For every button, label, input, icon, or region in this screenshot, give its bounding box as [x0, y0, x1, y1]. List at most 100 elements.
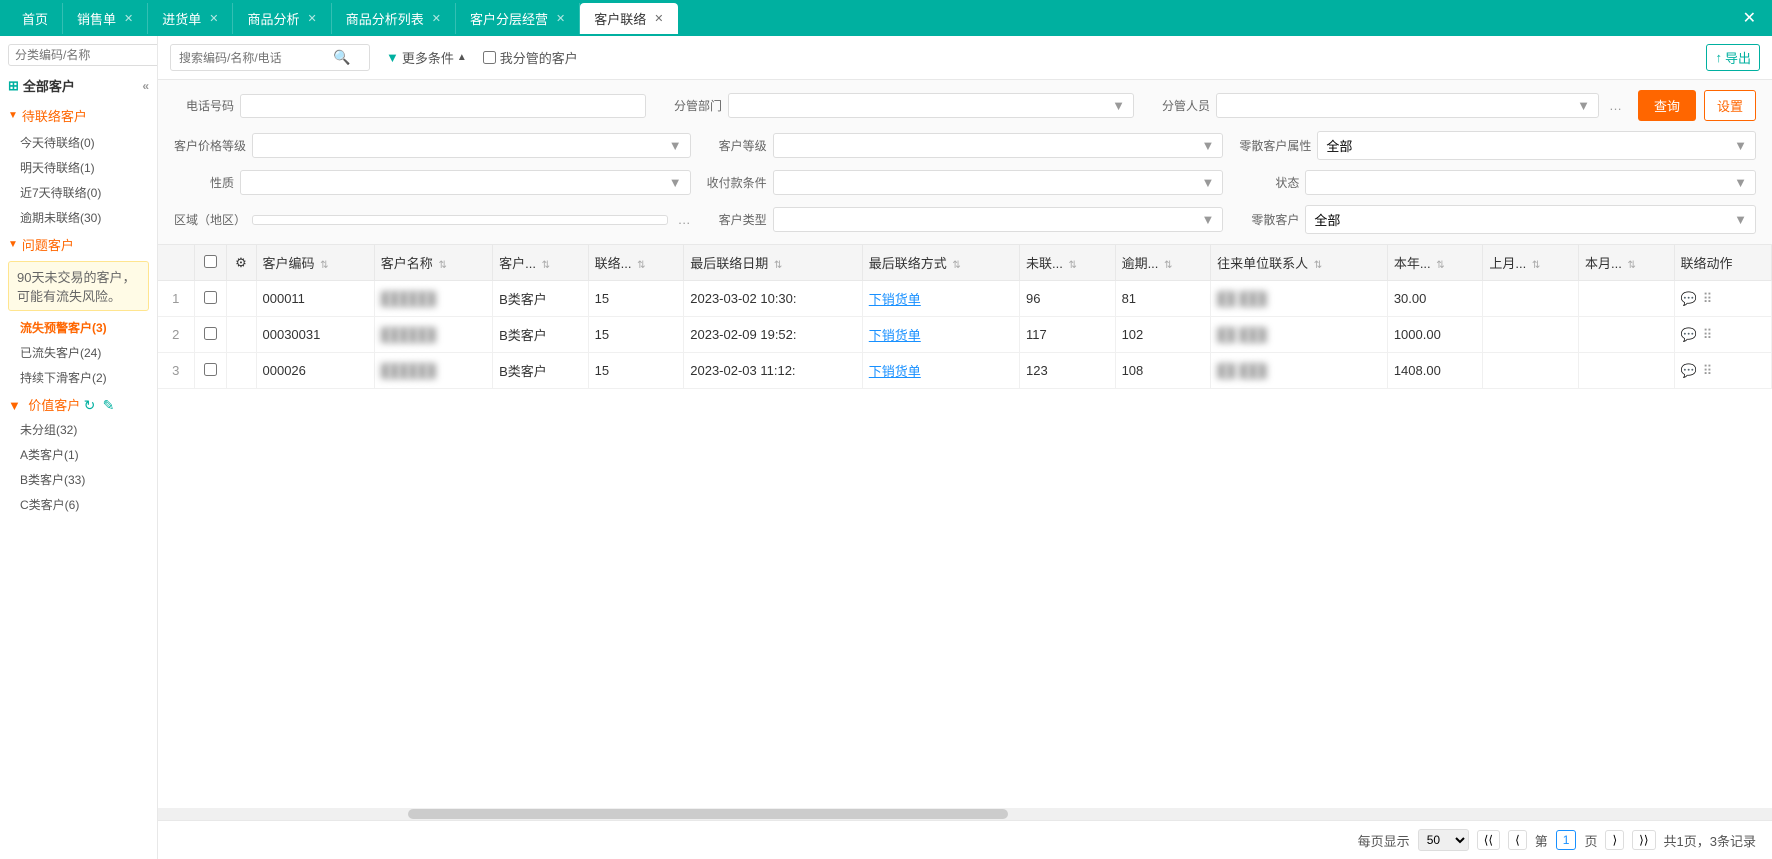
my-customers-checkbox[interactable]	[483, 51, 496, 64]
select-all-checkbox[interactable]	[204, 255, 217, 268]
scrollbar-thumb[interactable]	[408, 809, 1008, 819]
col-name[interactable]: 客户名称 ⇅	[374, 245, 492, 281]
col-type[interactable]: 客户... ⇅	[493, 245, 589, 281]
filter-field-region: 区域（地区） …	[174, 211, 691, 228]
manager-select[interactable]: ▼	[1216, 93, 1599, 118]
chat-icon[interactable]: 💬	[1681, 363, 1697, 379]
cell-this-year: 1408.00	[1387, 353, 1483, 389]
sidebar-collapse-btn[interactable]: «	[142, 79, 149, 93]
region-more-icon[interactable]: …	[678, 212, 691, 227]
cell-check[interactable]	[194, 281, 226, 317]
more-icon[interactable]: ⠿	[1703, 291, 1713, 307]
tab-analysis-list-close[interactable]: ✕	[432, 12, 441, 25]
tab-customer-contact-close[interactable]: ✕	[654, 12, 663, 25]
chat-icon[interactable]: 💬	[1681, 327, 1697, 343]
filter-search-input[interactable]	[179, 51, 329, 65]
col-check[interactable]	[194, 245, 226, 281]
phone-input[interactable]	[240, 94, 646, 118]
more-icon[interactable]: ⠿	[1703, 363, 1713, 379]
tab-sales[interactable]: 销售单 ✕	[63, 3, 148, 34]
sidebar-item-churned[interactable]: 已流失客户(24)	[0, 340, 157, 365]
tab-customer-contact[interactable]: 客户联络 ✕	[580, 3, 678, 34]
price-tier-select[interactable]: ▼	[252, 133, 691, 158]
gender-select[interactable]: ▼	[240, 170, 691, 195]
dept-select[interactable]: ▼	[728, 93, 1134, 118]
filter-row-4: 区域（地区） … 客户类型 ▼ 零散客户 全部	[174, 205, 1756, 234]
col-last-month[interactable]: 上月... ⇅	[1483, 245, 1579, 281]
col-last-method[interactable]: 最后联络方式 ⇅	[862, 245, 1019, 281]
col-this-year[interactable]: 本年... ⇅	[1387, 245, 1483, 281]
filter-search-icon[interactable]: 🔍	[333, 49, 350, 66]
tab-purchase-close[interactable]: ✕	[209, 12, 218, 25]
per-page-select[interactable]: 50 100	[1418, 829, 1469, 851]
tab-bar-close-all[interactable]: ✕	[1735, 8, 1764, 28]
cell-last-method[interactable]: 下销货单	[862, 281, 1019, 317]
tab-customer-tier-close[interactable]: ✕	[556, 12, 565, 25]
next-page-btn[interactable]: ⟩	[1605, 830, 1624, 850]
zero-attr-arrow: ▼	[1734, 138, 1747, 153]
sidebar-item-tomorrow[interactable]: 明天待联络(1)	[0, 155, 157, 180]
cell-last-method[interactable]: 下销货单	[862, 317, 1019, 353]
export-btn[interactable]: ↑ 导出	[1706, 44, 1760, 71]
payment-select[interactable]: ▼	[773, 170, 1224, 195]
sidebar-group-problem[interactable]: ▼ 问题客户	[0, 230, 157, 259]
col-overdue[interactable]: 逾期... ⇅	[1115, 245, 1211, 281]
tab-analysis-close[interactable]: ✕	[308, 12, 317, 25]
customer-level-select[interactable]: ▼	[773, 133, 1224, 158]
cell-last-method[interactable]: 下销货单	[862, 353, 1019, 389]
sidebar-item-churn-warning[interactable]: 流失预警客户(3)	[0, 315, 157, 340]
cell-check[interactable]	[194, 353, 226, 389]
col-unit-contact[interactable]: 往来单位联系人 ⇅	[1211, 245, 1388, 281]
sidebar-group-pending[interactable]: ▼ 待联络客户	[0, 101, 157, 130]
cell-this-month	[1578, 353, 1674, 389]
status-select[interactable]: ▼	[1305, 170, 1756, 195]
tab-customer-tier[interactable]: 客户分层经营 ✕	[456, 3, 580, 34]
cell-check[interactable]	[194, 317, 226, 353]
chat-icon[interactable]: 💬	[1681, 291, 1697, 307]
customer-type-select[interactable]: ▼	[773, 207, 1224, 232]
all-customers-label[interactable]: 全部客户	[23, 76, 142, 95]
sidebar-item-today[interactable]: 今天待联络(0)	[0, 130, 157, 155]
first-page-btn[interactable]: ⟨⟨	[1477, 830, 1500, 850]
col-config[interactable]: ⚙	[226, 245, 256, 281]
sidebar-item-7days[interactable]: 近7天待联络(0)	[0, 180, 157, 205]
sidebar-group-value[interactable]: ▼ 价值客户 ↻ ✎	[0, 390, 157, 417]
sidebar-item-overdue[interactable]: 逾期未联络(30)	[0, 205, 157, 230]
sidebar-search-input[interactable]	[8, 44, 158, 66]
more-icon[interactable]: ⠿	[1703, 327, 1713, 343]
sidebar-item-class-c[interactable]: C类客户(6)	[0, 492, 157, 517]
zero-customer-select[interactable]: 全部 ▼	[1305, 205, 1756, 234]
page-label: 第	[1535, 831, 1548, 850]
more-conditions-btn[interactable]: ▼ 更多条件 ▲	[378, 44, 475, 71]
cell-name: ██████	[374, 317, 492, 353]
col-last-date[interactable]: 最后联络日期 ⇅	[684, 245, 863, 281]
col-this-month[interactable]: 本月... ⇅	[1578, 245, 1674, 281]
setting-btn[interactable]: 设置	[1704, 90, 1756, 121]
col-code[interactable]: 客户编码 ⇅	[256, 245, 374, 281]
col-contact[interactable]: 联络... ⇅	[588, 245, 684, 281]
pagination: 每页显示 50 100 ⟨⟨ ⟨ 第 1 页 ⟩ ⟩⟩ 共1页，3条记录	[158, 820, 1772, 859]
cell-overdue: 102	[1115, 317, 1211, 353]
edit-icon[interactable]: ✎	[103, 397, 115, 413]
tab-purchase[interactable]: 进货单 ✕	[148, 3, 233, 34]
prev-page-btn[interactable]: ⟨	[1508, 830, 1527, 850]
filter-search-wrapper: 🔍	[170, 44, 370, 71]
page-number[interactable]: 1	[1556, 830, 1577, 850]
tab-analysis[interactable]: 商品分析 ✕	[233, 3, 331, 34]
tab-home[interactable]: 首页	[8, 3, 63, 34]
tab-sales-close[interactable]: ✕	[124, 12, 133, 25]
tab-analysis-list[interactable]: 商品分析列表 ✕	[332, 3, 456, 34]
zero-attr-select[interactable]: 全部 ▼	[1317, 131, 1756, 160]
sidebar-item-ungrouped[interactable]: 未分组(32)	[0, 417, 157, 442]
sidebar-item-declining[interactable]: 持续下滑客户(2)	[0, 365, 157, 390]
region-select[interactable]	[252, 215, 668, 225]
sidebar-group-pending-label: 待联络客户	[22, 106, 87, 125]
query-btn[interactable]: 查询	[1638, 90, 1696, 121]
horizontal-scrollbar[interactable]	[158, 808, 1772, 820]
sidebar-item-class-a[interactable]: A类客户(1)	[0, 442, 157, 467]
col-uncontacted[interactable]: 未联... ⇅	[1019, 245, 1115, 281]
refresh-icon[interactable]: ↻	[84, 397, 96, 413]
manager-more-icon[interactable]: …	[1609, 98, 1622, 113]
sidebar-item-class-b[interactable]: B类客户(33)	[0, 467, 157, 492]
last-page-btn[interactable]: ⟩⟩	[1632, 830, 1655, 850]
